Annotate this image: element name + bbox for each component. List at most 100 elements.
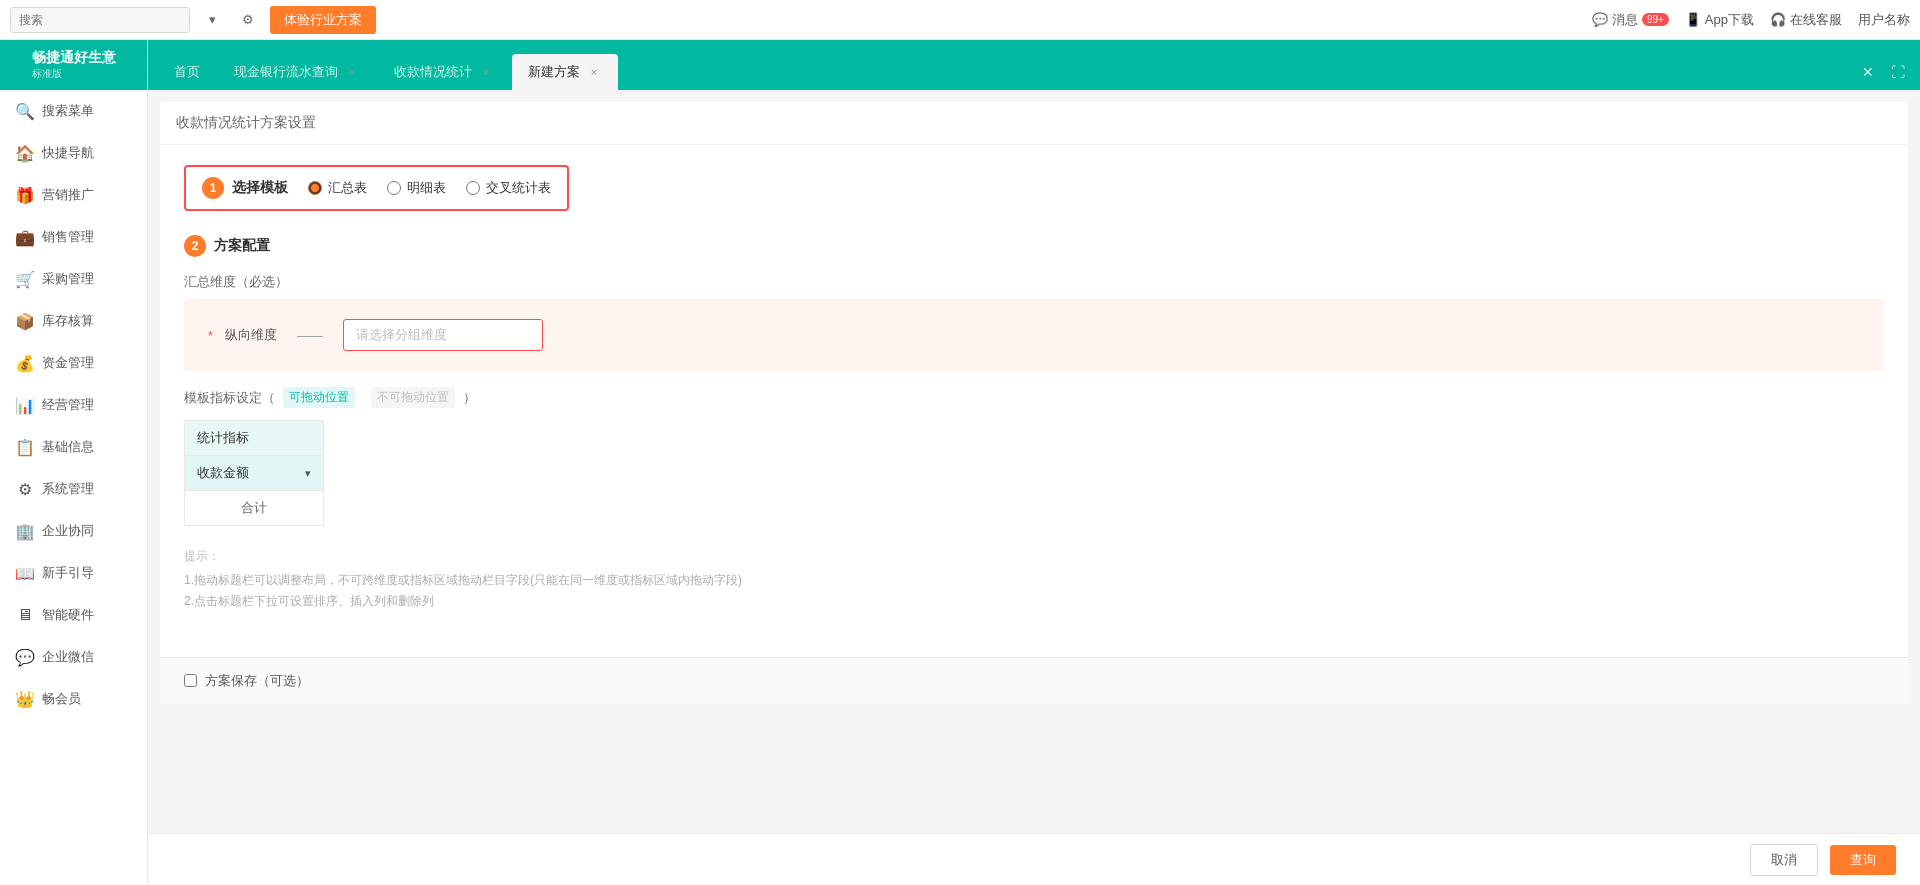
sidebar-item-purchase[interactable]: 🛒 采购管理 — [0, 258, 147, 300]
radio-summary-input[interactable] — [308, 181, 322, 195]
tip2: 2.点击标题栏下拉可设置排序、插入列和删除列 — [184, 591, 1884, 613]
settings-icon[interactable]: ⚙ — [234, 6, 262, 34]
dimension-select[interactable]: 请选择分组维度 — [343, 319, 543, 351]
tab-new-plan-label: 新建方案 — [528, 63, 580, 81]
logo-text: 畅捷通好生意 — [32, 49, 116, 67]
tab-collection-stat[interactable]: 收款情况统计 × — [378, 54, 510, 90]
tab-collection-stat-label: 收款情况统计 — [394, 63, 472, 81]
sidebar-item-member[interactable]: 👑 畅会员 — [0, 678, 147, 720]
tab-collection-stat-close[interactable]: × — [478, 64, 494, 80]
notifications-badge: 99+ — [1642, 13, 1669, 26]
metrics-col-header[interactable]: 收款金额 ▾ — [185, 456, 323, 491]
tab-close-all-icon[interactable]: ✕ — [1856, 60, 1880, 84]
sidebar-label-hardware: 智能硬件 — [42, 606, 94, 624]
inventory-icon: 📦 — [16, 312, 34, 330]
section1-num: 1 — [202, 177, 224, 199]
sidebar-label-marketing: 营销推广 — [42, 186, 94, 204]
section-template: 1 选择模板 汇总表 明细表 — [184, 165, 1884, 211]
radio-detail-input[interactable] — [387, 181, 401, 195]
notifications-label: 消息 — [1612, 11, 1638, 29]
sidebar-item-enterprise[interactable]: 🏢 企业协同 — [0, 510, 147, 552]
sidebar-item-marketing[interactable]: 🎁 营销推广 — [0, 174, 147, 216]
sidebar-item-search-menu[interactable]: 🔍 搜索菜单 — [0, 90, 147, 132]
metrics-table-header: 统计指标 — [185, 421, 323, 456]
dimension-area: * 纵向维度 —— 请选择分组维度 — [184, 299, 1884, 371]
dropdown-icon[interactable]: ▾ — [198, 6, 226, 34]
tips-area: 提示： 1.拖动标题栏可以调整布局，不可跨维度或指标区域拖动栏目字段(只能在同一… — [184, 546, 1884, 613]
template-box: 1 选择模板 汇总表 明细表 — [184, 165, 569, 211]
sidebar-item-basic-info[interactable]: 📋 基础信息 — [0, 426, 147, 468]
industry-btn[interactable]: 体验行业方案 — [270, 6, 376, 34]
required-star: * — [208, 328, 213, 343]
sidebar-item-wechat[interactable]: 💬 企业微信 — [0, 636, 147, 678]
tab-bank-flow-label: 现金银行流水查询 — [234, 63, 338, 81]
online-service-label: 在线客服 — [1790, 11, 1842, 29]
sidebar-label-wechat: 企业微信 — [42, 648, 94, 666]
col-dropdown-icon[interactable]: ▾ — [305, 467, 311, 480]
sidebar-item-sales[interactable]: 💼 销售管理 — [0, 216, 147, 258]
tab-new-plan-close[interactable]: × — [586, 64, 602, 80]
page-content: 收款情况统计方案设置 1 选择模板 — [148, 90, 1920, 833]
sidebar-label-quick-nav: 快捷导航 — [42, 144, 94, 162]
col-label: 收款金额 — [197, 464, 249, 482]
section2-num: 2 — [184, 235, 206, 257]
basic-info-icon: 📋 — [16, 438, 34, 456]
sales-icon: 💼 — [16, 228, 34, 246]
section1-title: 1 选择模板 — [202, 177, 288, 199]
action-bar: 取消 查询 — [148, 833, 1920, 885]
row-dimension-label: 纵向维度 — [225, 326, 277, 344]
metrics-label-text: 模板指标设定（ — [184, 389, 275, 407]
sidebar-item-hardware[interactable]: 🖥 智能硬件 — [0, 594, 147, 636]
radio-cross[interactable]: 交叉统计表 — [466, 179, 551, 197]
tip1-text: 1.拖动标题栏可以调整布局，不可跨维度或指标区域拖动栏目字段(只能在同一维度或指… — [184, 570, 742, 592]
save-row: 方案保存（可选） — [160, 657, 1908, 704]
sidebar-label-system: 系统管理 — [42, 480, 94, 498]
sidebar-label-finance: 资金管理 — [42, 354, 94, 372]
hardware-icon: 🖥 — [16, 606, 34, 624]
tab-maximize-icon[interactable]: ⛶ — [1886, 60, 1910, 84]
app-download-item[interactable]: 📱 App下载 — [1685, 11, 1754, 29]
cancel-button[interactable]: 取消 — [1750, 844, 1818, 876]
sidebar-item-quick-nav[interactable]: 🏠 快捷导航 — [0, 132, 147, 174]
sidebar-item-finance[interactable]: 💰 资金管理 — [0, 342, 147, 384]
sidebar-label-purchase: 采购管理 — [42, 270, 94, 288]
sidebar-item-system[interactable]: ⚙ 系统管理 — [0, 468, 147, 510]
logo-sub: 标准版 — [32, 67, 116, 81]
tab-bank-flow[interactable]: 现金银行流水查询 × — [218, 54, 376, 90]
sidebar-label-sales: 销售管理 — [42, 228, 94, 246]
tab-bar-actions: ✕ ⛶ — [1856, 60, 1910, 90]
sidebar-label-search-menu: 搜索菜单 — [42, 102, 94, 120]
page-header: 收款情况统计方案设置 — [160, 102, 1908, 145]
content-area: 首页 现金银行流水查询 × 收款情况统计 × 新建方案 × ✕ ⛶ — [148, 40, 1920, 885]
system-icon: ⚙ — [16, 480, 34, 498]
save-checkbox[interactable] — [184, 674, 197, 687]
section2-label: 方案配置 — [214, 237, 270, 255]
tab-bank-flow-close[interactable]: × — [344, 64, 360, 80]
query-button[interactable]: 查询 — [1830, 845, 1896, 875]
radio-cross-input[interactable] — [466, 181, 480, 195]
tab-home[interactable]: 首页 — [158, 54, 216, 90]
metrics-total-cell: 合计 — [185, 491, 323, 525]
wechat-icon: 💬 — [16, 648, 34, 666]
tab-new-plan[interactable]: 新建方案 × — [512, 54, 618, 90]
radio-summary[interactable]: 汇总表 — [308, 179, 367, 197]
sidebar-label-basic-info: 基础信息 — [42, 438, 94, 456]
online-service-item[interactable]: 🎧 在线客服 — [1770, 11, 1842, 29]
metrics-label: 模板指标设定（ 可拖动位置 不可拖动位置 ） — [184, 387, 1884, 408]
message-icon: 💬 — [1592, 12, 1608, 27]
sidebar-item-operations[interactable]: 📊 经营管理 — [0, 384, 147, 426]
sidebar-item-guide[interactable]: 📖 新手引导 — [0, 552, 147, 594]
section-config: 2 方案配置 汇总维度（必选） * 纵向维度 —— 请选择分组维度 — [184, 235, 1884, 613]
search-menu-icon: 🔍 — [16, 102, 34, 120]
tag-undraggable: 不可拖动位置 — [371, 387, 455, 408]
radio-detail[interactable]: 明细表 — [387, 179, 446, 197]
radio-detail-label: 明细表 — [407, 179, 446, 197]
top-bar-left: ▾ ⚙ 体验行业方案 — [10, 6, 1592, 34]
dimension-row: * 纵向维度 —— 请选择分组维度 — [208, 319, 1860, 351]
metrics-table: 统计指标 收款金额 ▾ 合计 — [184, 420, 324, 526]
radio-summary-label: 汇总表 — [328, 179, 367, 197]
search-input[interactable] — [10, 7, 190, 33]
sidebar-item-inventory[interactable]: 📦 库存核算 — [0, 300, 147, 342]
metrics-label-suffix: ） — [463, 389, 476, 407]
notifications-item[interactable]: 💬 消息 99+ — [1592, 11, 1669, 29]
